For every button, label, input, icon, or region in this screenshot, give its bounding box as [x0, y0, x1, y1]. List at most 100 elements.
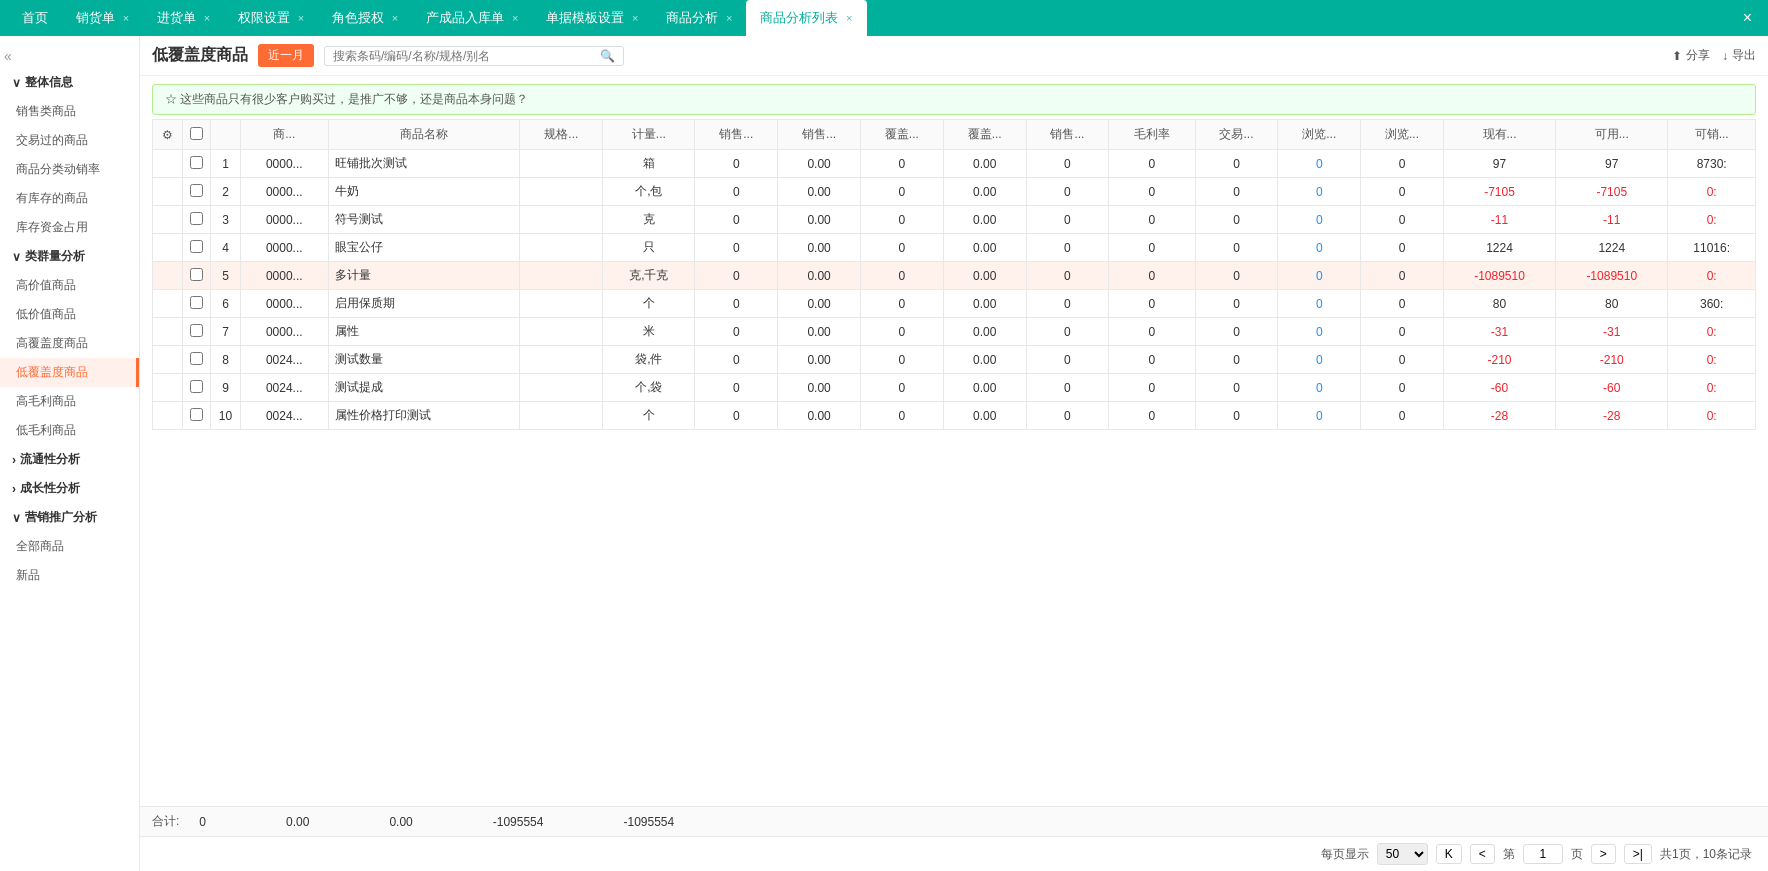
search-icon[interactable]: 🔍	[600, 49, 615, 63]
cell-browse1[interactable]: 0	[1278, 290, 1361, 318]
next-page-button[interactable]: >	[1591, 844, 1616, 864]
row-checkbox[interactable]	[190, 156, 203, 169]
cell-checkbox[interactable]	[183, 374, 211, 402]
row-checkbox[interactable]	[190, 324, 203, 337]
cell-browse1[interactable]: 0	[1278, 346, 1361, 374]
export-button[interactable]: ↓ 导出	[1722, 47, 1756, 64]
sidebar-item-traded-goods[interactable]: 交易过的商品	[0, 126, 139, 155]
col-coverage1[interactable]: 覆盖...	[860, 120, 943, 150]
row-checkbox[interactable]	[190, 352, 203, 365]
nav-tab-purchase[interactable]: 进货单 ×	[143, 0, 224, 36]
sidebar-item-high-profit[interactable]: 高毛利商品	[0, 387, 139, 416]
col-code[interactable]: 商...	[241, 120, 329, 150]
sidebar-item-new-goods[interactable]: 新品	[0, 561, 139, 590]
sidebar-item-low-coverage[interactable]: 低覆盖度商品	[0, 358, 139, 387]
col-sales-amt[interactable]: 销售...	[778, 120, 861, 150]
col-browse2[interactable]: 浏览...	[1361, 120, 1444, 150]
close-product-entry-tab[interactable]: ×	[512, 12, 518, 24]
sidebar-item-stock-capital[interactable]: 库存资金占用	[0, 213, 139, 242]
col-unit[interactable]: 计量...	[603, 120, 695, 150]
nav-tab-analysis[interactable]: 商品分析 ×	[652, 0, 746, 36]
sidebar-item-in-stock-goods[interactable]: 有库存的商品	[0, 184, 139, 213]
cell-browse1[interactable]: 0	[1278, 374, 1361, 402]
cell-browse1[interactable]: 0	[1278, 318, 1361, 346]
cell-checkbox[interactable]	[183, 178, 211, 206]
col-available-stock[interactable]: 可用...	[1556, 120, 1668, 150]
close-permissions-tab[interactable]: ×	[298, 12, 304, 24]
close-analysis-list-tab[interactable]: ×	[846, 12, 852, 24]
cell-checkbox[interactable]	[183, 346, 211, 374]
table-row: 7 0000... 属性 米 0 0.00 0 0.00 0 0 0 0 0 -…	[153, 318, 1756, 346]
row-checkbox[interactable]	[190, 408, 203, 421]
cell-checkbox[interactable]	[183, 262, 211, 290]
col-current-stock[interactable]: 现有...	[1443, 120, 1555, 150]
close-sales-tab[interactable]: ×	[123, 12, 129, 24]
col-name[interactable]: 商品名称	[328, 120, 520, 150]
share-button[interactable]: ⬆ 分享	[1672, 47, 1710, 64]
row-checkbox[interactable]	[190, 268, 203, 281]
sidebar-group-overall[interactable]: ∨ 整体信息	[0, 68, 139, 97]
row-checkbox[interactable]	[190, 380, 203, 393]
row-checkbox[interactable]	[190, 184, 203, 197]
cell-checkbox[interactable]	[183, 290, 211, 318]
col-checkbox[interactable]	[183, 120, 211, 150]
cell-checkbox[interactable]	[183, 206, 211, 234]
close-window-button[interactable]: ×	[1735, 9, 1760, 27]
select-all-checkbox[interactable]	[190, 127, 203, 140]
col-sellable[interactable]: 可销...	[1668, 120, 1756, 150]
cell-browse1[interactable]: 0	[1278, 150, 1361, 178]
cell-browse1[interactable]: 0	[1278, 402, 1361, 430]
close-role-auth-tab[interactable]: ×	[392, 12, 398, 24]
col-spec[interactable]: 规格...	[520, 120, 603, 150]
cell-browse1[interactable]: 0	[1278, 234, 1361, 262]
sidebar-item-high-value[interactable]: 高价值商品	[0, 271, 139, 300]
nav-tab-analysis-list[interactable]: 商品分析列表 ×	[746, 0, 866, 36]
nav-tab-role-auth[interactable]: 角色授权 ×	[318, 0, 412, 36]
close-purchase-tab[interactable]: ×	[204, 12, 210, 24]
row-checkbox[interactable]	[190, 212, 203, 225]
cell-checkbox[interactable]	[183, 150, 211, 178]
sidebar-group-flow-analysis[interactable]: › 流通性分析	[0, 445, 139, 474]
cell-browse1[interactable]: 0	[1278, 178, 1361, 206]
sidebar-group-growth-analysis[interactable]: › 成长性分析	[0, 474, 139, 503]
sidebar-item-goods-category-rate[interactable]: 商品分类动销率	[0, 155, 139, 184]
cell-checkbox[interactable]	[183, 318, 211, 346]
row-checkbox[interactable]	[190, 296, 203, 309]
col-gross-rate[interactable]: 毛利率	[1109, 120, 1195, 150]
page-number-input[interactable]	[1523, 844, 1563, 864]
col-sales-days[interactable]: 销售...	[1026, 120, 1109, 150]
col-browse1[interactable]: 浏览...	[1278, 120, 1361, 150]
nav-tab-home[interactable]: 首页	[8, 0, 62, 36]
cell-browse1[interactable]: 0	[1278, 206, 1361, 234]
close-analysis-tab[interactable]: ×	[726, 12, 732, 24]
cell-checkbox[interactable]	[183, 402, 211, 430]
cell-checkbox[interactable]	[183, 234, 211, 262]
last-page-button[interactable]: >|	[1624, 844, 1652, 864]
nav-tab-template[interactable]: 单据模板设置 ×	[532, 0, 652, 36]
table-wrapper[interactable]: ⚙ 商... 商品名称 规格... 计量... 销售... 销售... 覆盖..…	[140, 119, 1768, 806]
sidebar-item-sales-goods[interactable]: 销售类商品	[0, 97, 139, 126]
sidebar-item-all-goods[interactable]: 全部商品	[0, 532, 139, 561]
cell-browse1[interactable]: 0	[1278, 262, 1361, 290]
row-checkbox[interactable]	[190, 240, 203, 253]
search-input[interactable]	[333, 49, 600, 63]
sidebar-group-marketing-analysis[interactable]: ∨ 营销推广分析	[0, 503, 139, 532]
sidebar-item-high-coverage[interactable]: 高覆盖度商品	[0, 329, 139, 358]
close-template-tab[interactable]: ×	[632, 12, 638, 24]
nav-tab-permissions[interactable]: 权限设置 ×	[224, 0, 318, 36]
sidebar-item-low-value[interactable]: 低价值商品	[0, 300, 139, 329]
first-page-button[interactable]: K	[1436, 844, 1462, 864]
page-size-select[interactable]: 50 100 200	[1377, 843, 1428, 865]
sidebar-collapse-button[interactable]: «	[4, 48, 12, 64]
col-coverage2[interactable]: 覆盖...	[943, 120, 1026, 150]
search-box: 🔍	[324, 46, 624, 66]
sidebar-group-category-analysis[interactable]: ∨ 类群量分析	[0, 242, 139, 271]
time-filter-button[interactable]: 近一月	[258, 44, 314, 67]
col-sales-qty[interactable]: 销售...	[695, 120, 778, 150]
nav-tab-sales[interactable]: 销货单 ×	[62, 0, 143, 36]
sidebar-item-low-profit[interactable]: 低毛利商品	[0, 416, 139, 445]
prev-page-button[interactable]: <	[1470, 844, 1495, 864]
col-trade-count[interactable]: 交易...	[1195, 120, 1278, 150]
col-settings[interactable]: ⚙	[153, 120, 183, 150]
nav-tab-product-entry[interactable]: 产成品入库单 ×	[412, 0, 532, 36]
